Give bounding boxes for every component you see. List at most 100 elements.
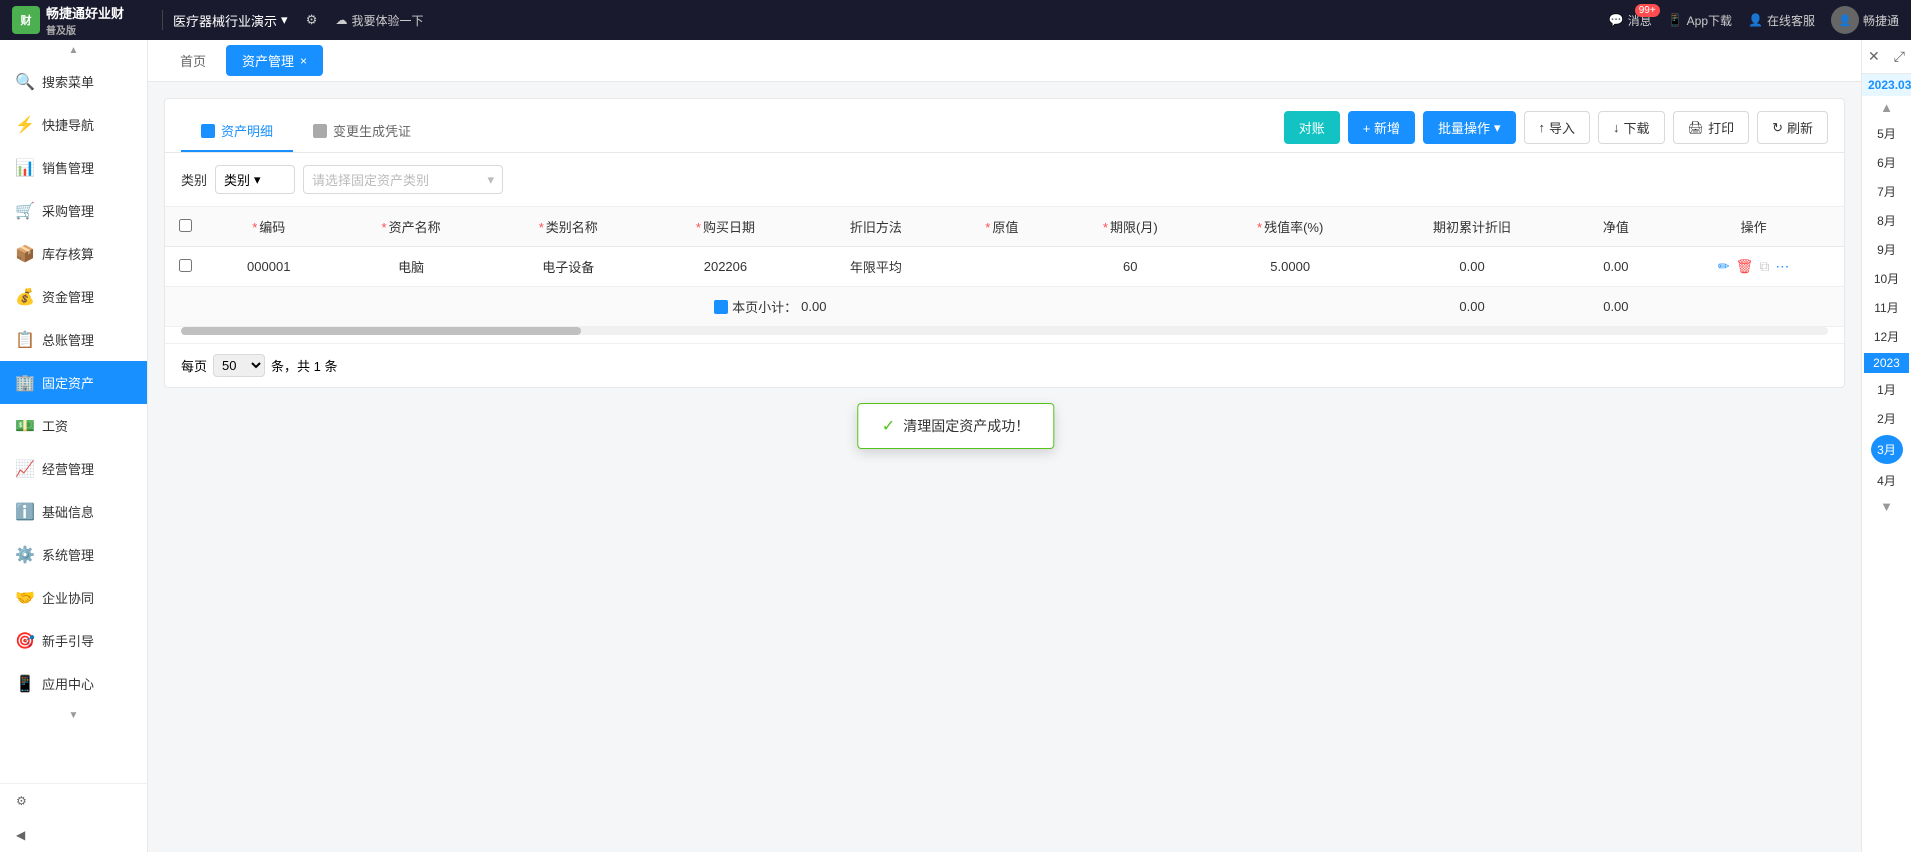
refresh-label: 刷新 <box>1787 118 1813 137</box>
row-category: 电子设备 <box>490 247 647 287</box>
right-panel-scroll-up[interactable]: ▲ <box>1862 96 1911 119</box>
right-panel-month-4[interactable]: 4月 <box>1862 466 1911 495</box>
right-panel-month-7[interactable]: 7月 <box>1862 177 1911 206</box>
refresh-button[interactable]: ↻ 刷新 <box>1757 111 1828 144</box>
sidebar-item-system[interactable]: ⚙️ 系统管理 <box>0 533 147 576</box>
row-residual-rate: 5.0000 <box>1205 247 1376 287</box>
app-download-label: App下载 <box>1687 12 1732 29</box>
payroll-icon: 💵 <box>16 417 34 435</box>
sidebar-item-apps[interactable]: 📱 应用中心 <box>0 662 147 705</box>
import-icon: ↑ <box>1539 120 1546 135</box>
filter-label: 类别 <box>181 170 207 189</box>
sub-tab-voucher[interactable]: 变更生成凭证 <box>293 111 431 152</box>
sidebar-item-guide[interactable]: 🎯 新手引导 <box>0 619 147 662</box>
edit-icon[interactable]: ✏ <box>1718 258 1730 275</box>
print-button[interactable]: 🖨 打印 <box>1673 111 1750 144</box>
download-label: 下载 <box>1624 118 1650 137</box>
service-icon: 👤 <box>1748 13 1763 27</box>
right-panel-month-5[interactable]: 5月 <box>1862 119 1911 148</box>
tab-home-label: 首页 <box>180 51 206 70</box>
message-btn[interactable]: 💬 消息 99+ <box>1609 12 1652 29</box>
right-panel-expand-icon[interactable]: ⤢ <box>1894 48 1905 65</box>
right-panel: ✕ ⤢ 2023.03 ▲ 5月 6月 7月 8月 9月 10月 11月 12月… <box>1861 40 1911 852</box>
sidebar-label-operations: 经营管理 <box>42 459 94 478</box>
right-panel-close-icon[interactable]: ✕ <box>1868 48 1880 65</box>
th-code: *编码 <box>205 207 333 247</box>
tab-home[interactable]: 首页 <box>164 45 222 76</box>
right-panel-month-1[interactable]: 1月 <box>1862 375 1911 404</box>
app-download-btn[interactable]: 📱 App下载 <box>1668 12 1732 29</box>
select-all-checkbox[interactable] <box>179 219 192 232</box>
th-depreciation-method: 折旧方法 <box>804 207 948 247</box>
sidebar-label-apps: 应用中心 <box>42 674 94 693</box>
sidebar-item-sales[interactable]: 📊 销售管理 <box>0 146 147 189</box>
right-panel-month-6[interactable]: 6月 <box>1862 148 1911 177</box>
right-panel-month-11[interactable]: 11月 <box>1862 293 1911 322</box>
sidebar-item-payroll[interactable]: 💵 工资 <box>0 404 147 447</box>
download-button[interactable]: ↓ 下载 <box>1598 111 1665 144</box>
company-name: 医疗器械行业演示 <box>173 11 277 30</box>
sidebar-item-operations[interactable]: 📈 经营管理 <box>0 447 147 490</box>
dz-button[interactable]: 对账 <box>1284 111 1340 144</box>
th-name: *资产名称 <box>333 207 490 247</box>
row-name: 电脑 <box>333 247 490 287</box>
copy-icon[interactable]: ⧉ <box>1759 258 1769 275</box>
user-menu[interactable]: 👤 畅捷通 <box>1831 6 1899 34</box>
quicknav-icon: ⚡ <box>16 116 34 134</box>
tab-close-icon[interactable]: × <box>300 54 307 68</box>
th-initial-depreciation: 期初累计折旧 <box>1376 207 1569 247</box>
subtotal-label-text: 本页小计： <box>732 297 797 316</box>
sidebar-item-purchase[interactable]: 🛒 采购管理 <box>0 189 147 232</box>
sidebar-item-inventory[interactable]: 📦 库存核算 <box>0 232 147 275</box>
sidebar-item-ledger[interactable]: 📋 总账管理 <box>0 318 147 361</box>
sub-tab-asset-detail[interactable]: 资产明细 <box>181 111 293 152</box>
experience-btn[interactable]: ☁ 我要体验一下 <box>336 12 424 29</box>
sidebar-item-basic-info[interactable]: ℹ️ 基础信息 <box>0 490 147 533</box>
th-original-value: *原值 <box>948 207 1056 247</box>
category-select[interactable]: 类别 ▾ <box>215 165 295 194</box>
row-checkbox[interactable] <box>179 259 192 272</box>
select-all-cell <box>165 207 205 247</box>
operations-icon: 📈 <box>16 460 34 478</box>
settings-icon: ⚙ <box>16 794 27 808</box>
scrollbar-thumb[interactable] <box>181 327 581 335</box>
import-button[interactable]: ↑ 导入 <box>1524 111 1591 144</box>
sidebar-item-fixed-assets[interactable]: 🏢 固定资产 <box>0 361 147 404</box>
sidebar-item-search[interactable]: 🔍 搜索菜单 <box>0 60 147 103</box>
tab-asset-mgmt[interactable]: 资产管理 × <box>226 45 323 76</box>
right-panel-month-10[interactable]: 10月 <box>1862 264 1911 293</box>
sidebar-scroll-up[interactable]: ▲ <box>0 40 147 60</box>
sidebar-collapse-btn[interactable]: ◀ <box>0 818 147 852</box>
delete-icon[interactable]: 🗑 <box>1736 258 1754 275</box>
import-label: 导入 <box>1549 118 1575 137</box>
right-panel-scroll-down[interactable]: ▼ <box>1862 495 1911 518</box>
right-panel-month-2[interactable]: 2月 <box>1862 404 1911 433</box>
asset-table: *编码 *资产名称 *类别名称 *购买日期 折旧方法 *原值 *期限(月) *残… <box>165 207 1844 327</box>
right-panel-month-3-current[interactable]: 3月 <box>1871 435 1903 464</box>
asset-category-dropdown[interactable]: 请选择固定资产类别 ▾ <box>303 165 503 194</box>
message-icon: 💬 <box>1609 13 1624 27</box>
sales-icon: 📊 <box>16 159 34 177</box>
batch-button[interactable]: 批量操作 ▾ <box>1423 111 1516 144</box>
right-panel-month-8[interactable]: 8月 <box>1862 206 1911 235</box>
online-service-label: 在线客服 <box>1767 12 1815 29</box>
pagination: 每页 50 20 100 条，共 1 条 <box>165 343 1844 387</box>
right-panel-month-12[interactable]: 12月 <box>1862 322 1911 351</box>
more-icon[interactable]: ⋯ <box>1775 258 1789 275</box>
sidebar-label-system: 系统管理 <box>42 545 94 564</box>
online-service-btn[interactable]: 👤 在线客服 <box>1748 12 1815 29</box>
new-button[interactable]: + 新增 <box>1348 111 1415 144</box>
sidebar-settings-btn[interactable]: ⚙ <box>0 784 147 818</box>
sidebar-item-funds[interactable]: 💰 资金管理 <box>0 275 147 318</box>
toast-check-icon: ✓ <box>882 416 895 436</box>
sidebar-scroll-down[interactable]: ▼ <box>0 705 147 725</box>
company-selector[interactable]: 医疗器械行业演示 ▾ <box>173 11 288 30</box>
topbar-settings-icon[interactable]: ⚙ <box>298 6 326 34</box>
right-panel-month-9[interactable]: 9月 <box>1862 235 1911 264</box>
per-page-select[interactable]: 50 20 100 <box>213 354 265 377</box>
sidebar-label-funds: 资金管理 <box>42 287 94 306</box>
sidebar-item-collab[interactable]: 🤝 企业协同 <box>0 576 147 619</box>
horizontal-scrollbar[interactable] <box>181 327 1828 335</box>
company-chevron-icon: ▾ <box>281 12 288 28</box>
sidebar-item-quicknav[interactable]: ⚡ 快捷导航 <box>0 103 147 146</box>
